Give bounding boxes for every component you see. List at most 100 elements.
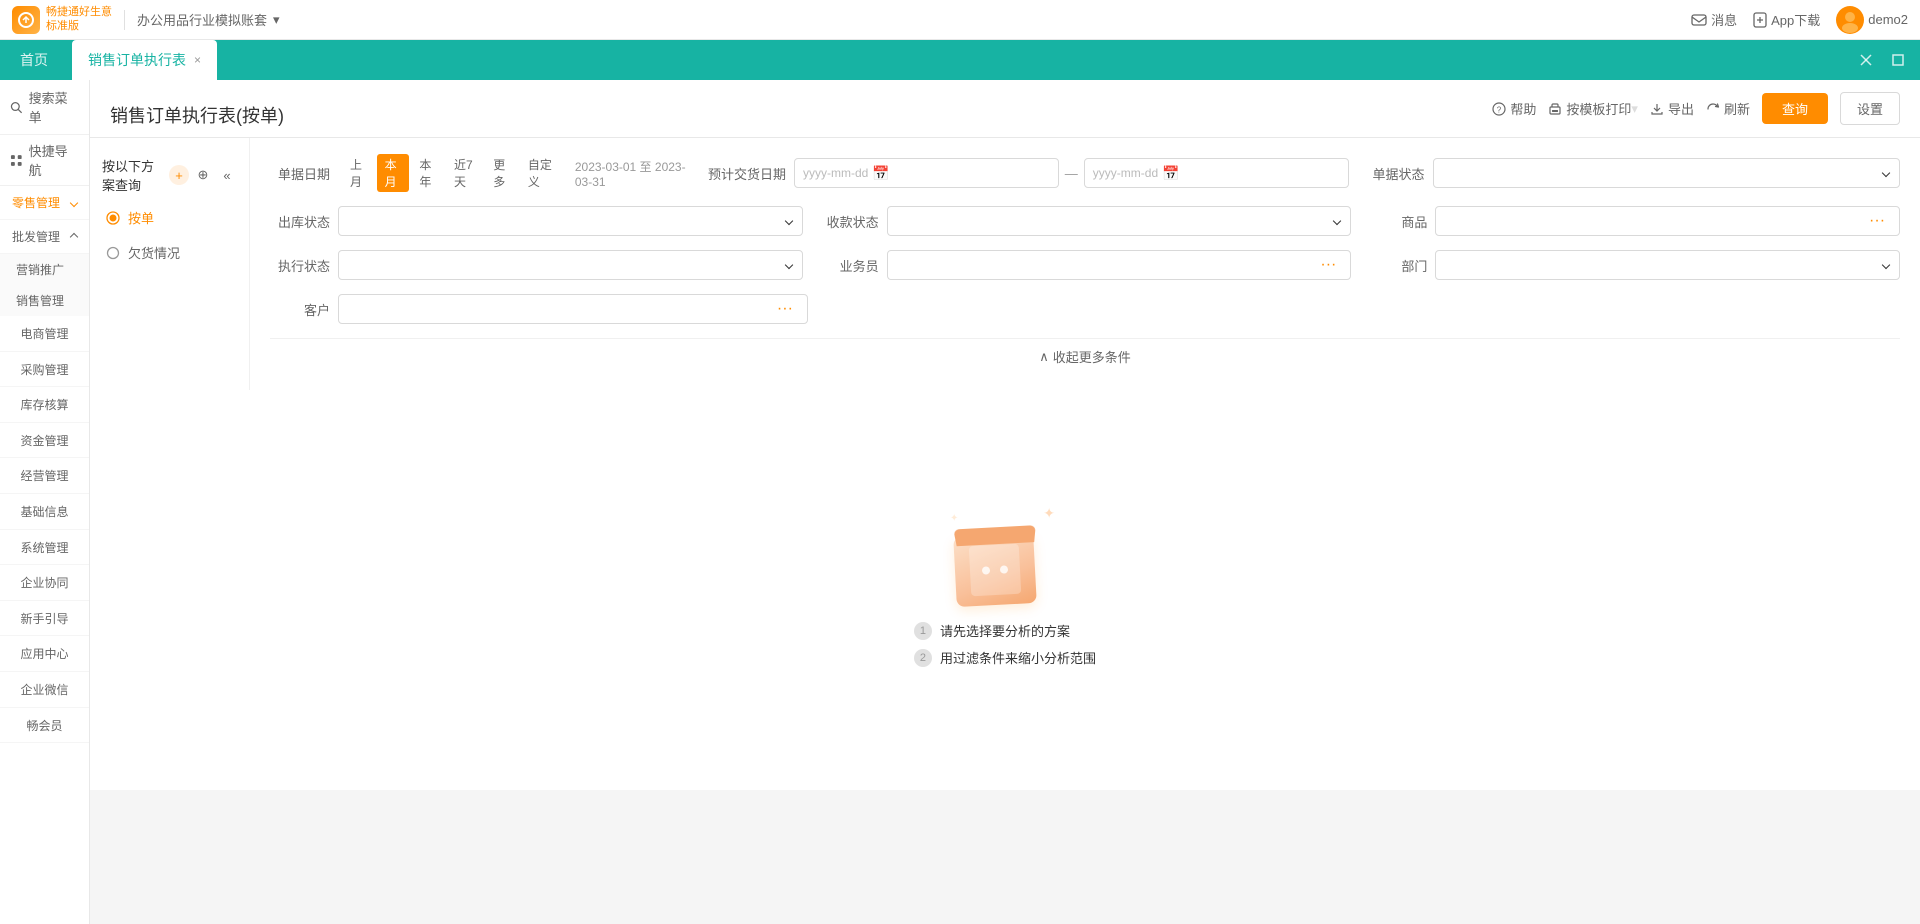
customer-more-icon[interactable]: ···	[773, 300, 797, 318]
help-button[interactable]: ? 帮助	[1492, 99, 1536, 118]
query-button[interactable]: 查询	[1762, 93, 1828, 124]
filter-salesman-select[interactable]: ···	[887, 250, 1352, 280]
sidebar-item-purchase[interactable]: 采购管理	[0, 352, 89, 388]
filter-payment-label: 收款状态	[819, 212, 879, 231]
sidebar: 搜索菜单 快捷导航 零售管理 批发管理 营销推广 销售管理 电商管理 采购管理	[0, 80, 90, 924]
avatar	[1836, 6, 1864, 34]
filter-delivery-label: 出库状态	[270, 212, 330, 231]
topbar-title: 办公用品行业模拟账套 ▾	[137, 10, 1679, 29]
date-tabs: 上月 本月 本年 近7天 更多 自定义	[342, 154, 561, 192]
select-dropdown-icon	[1882, 261, 1890, 269]
filter-delivery-select[interactable]	[338, 206, 803, 236]
scheme-item-欠货情况[interactable]: 欠货情况	[90, 235, 249, 270]
filter-payment-select[interactable]	[887, 206, 1352, 236]
calendar-icon-end[interactable]: 📅	[1162, 165, 1179, 182]
empty-tip-1: 1 请先选择要分析的方案	[914, 621, 1096, 640]
page-actions: ? 帮助 按模板打印 ▾ 导出	[1492, 92, 1900, 137]
date-tab-上月[interactable]: 上月	[342, 154, 375, 192]
sidebar-item-system[interactable]: 系统管理	[0, 530, 89, 566]
filter-order-status-select[interactable]	[1433, 158, 1900, 188]
empty-tips: 1 请先选择要分析的方案 2 用过滤条件来缩小分析范围	[914, 621, 1096, 675]
filter-forecast-end[interactable]: yyyy-mm-dd 📅	[1084, 158, 1349, 188]
sidebar-item-member[interactable]: 畅会员	[0, 708, 89, 744]
salesman-more-icon[interactable]: ···	[1316, 256, 1340, 274]
main-layout: 搜索菜单 快捷导航 零售管理 批发管理 营销推广 销售管理 电商管理 采购管理	[0, 80, 1920, 924]
sidebar-item-corp-wechat[interactable]: 企业微信	[0, 672, 89, 708]
filter-exec-item: 执行状态	[270, 250, 803, 280]
message-button[interactable]: 消息	[1691, 10, 1737, 29]
filter-collapse-button[interactable]: ∧ 收起更多条件	[270, 338, 1900, 374]
tab-active[interactable]: 销售订单执行表 ×	[72, 40, 217, 80]
sidebar-item-operations[interactable]: 经营管理	[0, 458, 89, 494]
filter-payment-item: 收款状态	[819, 206, 1352, 236]
date-tab-自定义[interactable]: 自定义	[520, 154, 561, 192]
sidebar-sub-sales-mgmt[interactable]: 销售管理	[0, 285, 89, 316]
date-tab-更多[interactable]: 更多	[485, 154, 518, 192]
print-button-group: 按模板打印 ▾	[1548, 99, 1638, 118]
calendar-icon-start[interactable]: 📅	[872, 165, 889, 182]
filter-customer-select[interactable]: ···	[338, 294, 808, 324]
goods-more-icon[interactable]: ···	[1865, 212, 1889, 230]
topbar-divider	[124, 10, 125, 30]
filter-scheme-actions: + ⊕ «	[169, 165, 237, 185]
sidebar-quick-nav[interactable]: 快捷导航	[0, 135, 89, 186]
export-button[interactable]: 导出	[1650, 99, 1694, 118]
sidebar-search[interactable]: 搜索菜单	[0, 80, 89, 135]
filter-add-scheme-icon[interactable]: +	[169, 165, 189, 185]
filter-exec-select[interactable]	[338, 250, 803, 280]
tab-maximize-icon[interactable]	[1884, 46, 1912, 74]
page-header: 销售订单执行表(按单) ? 帮助 按模板打印 ▾	[90, 80, 1920, 138]
page-title: 销售订单执行表(按单)	[110, 102, 284, 128]
filter-scheme-panel: 按以下方案查询 + ⊕ « 按单 欠货情况	[90, 138, 250, 390]
filter-row-2: 出库状态 收款状态	[270, 206, 1900, 236]
settings-button[interactable]: 设置	[1840, 92, 1900, 125]
sidebar-item-basic-info[interactable]: 基础信息	[0, 494, 89, 530]
select-dropdown-icon	[1333, 217, 1341, 225]
logo: 畅捷通好生意 标准版	[12, 6, 112, 34]
user-avatar[interactable]: demo2	[1836, 6, 1908, 34]
filter-forecast-start[interactable]: yyyy-mm-dd 📅	[794, 158, 1059, 188]
topbar-dropdown-icon[interactable]: ▾	[273, 12, 280, 28]
filter-edit-scheme-icon[interactable]: ⊕	[193, 165, 213, 185]
tab-home[interactable]: 首页	[0, 40, 68, 80]
select-dropdown-icon	[784, 261, 792, 269]
scheme-item-按单[interactable]: 按单	[90, 200, 249, 235]
filter-customer-item: 客户 ···	[270, 294, 808, 324]
topbar: 畅捷通好生意 标准版 办公用品行业模拟账套 ▾ 消息 App下载 demo2	[0, 0, 1920, 40]
filter-forecast-range: yyyy-mm-dd 📅 — yyyy-mm-dd 📅	[794, 158, 1349, 188]
chevron-icon	[70, 198, 78, 206]
sidebar-item-app-center[interactable]: 应用中心	[0, 636, 89, 672]
filter-goods-select[interactable]: ···	[1435, 206, 1900, 236]
logo-icon	[12, 6, 40, 34]
sidebar-item-finance[interactable]: 资金管理	[0, 423, 89, 459]
empty-state: ✦ ✦	[90, 445, 1920, 735]
filter-collapse-icon[interactable]: «	[217, 165, 237, 185]
date-tab-本月[interactable]: 本月	[377, 154, 410, 192]
sidebar-item-wholesale[interactable]: 批发管理	[0, 220, 89, 254]
filter-date-label: 单据日期	[270, 164, 330, 183]
tabbar-actions	[1852, 46, 1920, 74]
filter-dept-label: 部门	[1367, 256, 1427, 275]
sidebar-item-ecommerce[interactable]: 电商管理	[0, 316, 89, 352]
sidebar-item-retail[interactable]: 零售管理	[0, 186, 89, 220]
sidebar-sub-marketing[interactable]: 营销推广	[0, 254, 89, 285]
app-download-button[interactable]: App下载	[1753, 10, 1820, 29]
sidebar-item-inventory[interactable]: 库存核算	[0, 387, 89, 423]
sidebar-item-enterprise[interactable]: 企业协同	[0, 565, 89, 601]
filter-goods-label: 商品	[1367, 212, 1427, 231]
date-tab-本年[interactable]: 本年	[411, 154, 444, 192]
print-button[interactable]: 按模板打印	[1548, 99, 1631, 118]
sidebar-item-newbie[interactable]: 新手引导	[0, 601, 89, 637]
select-dropdown-icon	[784, 217, 792, 225]
filter-customer-label: 客户	[270, 300, 330, 319]
tabbar: 首页 销售订单执行表 ×	[0, 40, 1920, 80]
empty-tip-2: 2 用过滤条件来缩小分析范围	[914, 648, 1096, 667]
filter-panel: 按以下方案查询 + ⊕ « 按单 欠货情况	[90, 138, 1920, 390]
date-tab-近7天[interactable]: 近7天	[446, 154, 483, 192]
refresh-button[interactable]: 刷新	[1706, 99, 1750, 118]
logo-text: 畅捷通好生意 标准版	[46, 6, 112, 32]
filter-dept-item: 部门	[1367, 250, 1900, 280]
tab-close-window-icon[interactable]	[1852, 46, 1880, 74]
tab-close-icon[interactable]: ×	[194, 53, 201, 67]
filter-dept-select[interactable]	[1435, 250, 1900, 280]
